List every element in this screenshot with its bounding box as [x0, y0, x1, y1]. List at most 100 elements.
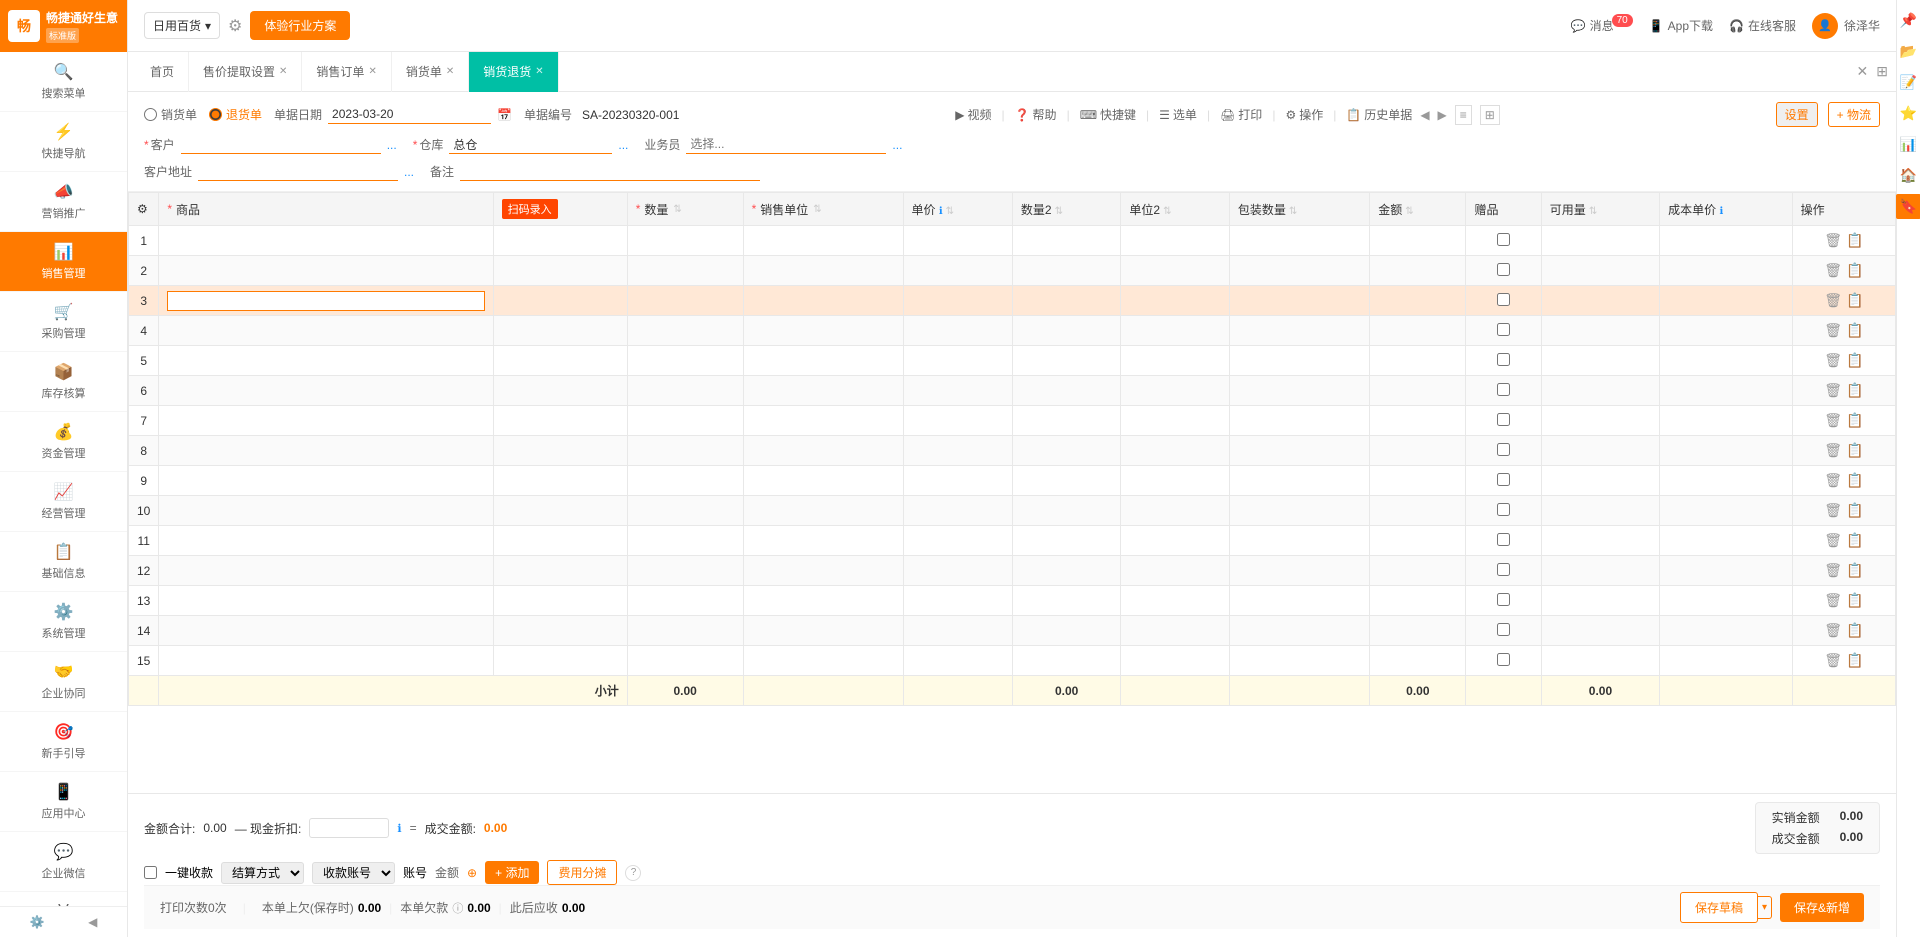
- cell-available[interactable]: [1541, 526, 1659, 556]
- delete-row-icon[interactable]: 🗑: [1824, 262, 1842, 279]
- rt-bookmark-icon[interactable]: 🔖: [1896, 194, 1920, 219]
- gift-checkbox[interactable]: [1497, 323, 1510, 336]
- rt-note-icon[interactable]: 📌: [1896, 8, 1920, 33]
- tab-close-icon[interactable]: ✕: [368, 66, 376, 77]
- gift-checkbox[interactable]: [1497, 593, 1510, 606]
- history-next-icon[interactable]: ▶: [1438, 108, 1447, 122]
- cell-gift[interactable]: [1466, 496, 1541, 526]
- calendar-icon[interactable]: 📅: [497, 108, 512, 122]
- delete-row-icon[interactable]: 🗑: [1824, 472, 1842, 489]
- cell-quantity[interactable]: [627, 616, 743, 646]
- cell-unit-price[interactable]: [903, 346, 1012, 376]
- copy-row-icon[interactable]: 📋: [1846, 412, 1863, 429]
- cell-pack-qty[interactable]: [1229, 616, 1369, 646]
- gift-checkbox[interactable]: [1497, 293, 1510, 306]
- cell-pack-qty[interactable]: [1229, 556, 1369, 586]
- cell-pack-qty[interactable]: [1229, 286, 1369, 316]
- cell-sales-unit[interactable]: [743, 376, 903, 406]
- delete-row-icon[interactable]: 🗑: [1824, 532, 1842, 549]
- cell-quantity[interactable]: [627, 466, 743, 496]
- tab-close-icon[interactable]: ✕: [279, 66, 287, 77]
- cell-unit-price[interactable]: [903, 556, 1012, 586]
- gift-checkbox[interactable]: [1497, 383, 1510, 396]
- product-input[interactable]: [167, 291, 484, 311]
- cell-amount[interactable]: [1370, 616, 1466, 646]
- cell-unit-price[interactable]: [903, 406, 1012, 436]
- tab-sales-order[interactable]: 销售订单 ✕: [302, 52, 391, 92]
- cell-gift[interactable]: [1466, 256, 1541, 286]
- delete-row-icon[interactable]: 🗑: [1824, 322, 1842, 339]
- cell-available[interactable]: [1541, 616, 1659, 646]
- cell-product[interactable]: [159, 556, 493, 586]
- cell-product[interactable]: [159, 646, 493, 676]
- copy-row-icon[interactable]: 📋: [1846, 442, 1863, 459]
- cell-unit2[interactable]: [1121, 466, 1230, 496]
- delete-row-icon[interactable]: 🗑: [1824, 592, 1842, 609]
- cell-product[interactable]: [159, 406, 493, 436]
- cell-available[interactable]: [1541, 286, 1659, 316]
- cell-quantity[interactable]: [627, 286, 743, 316]
- cell-unit2[interactable]: [1121, 256, 1230, 286]
- cell-unit2[interactable]: [1121, 586, 1230, 616]
- user-profile[interactable]: 👤 徐泽华: [1812, 13, 1880, 39]
- history-btn[interactable]: 📋 历史单据: [1346, 106, 1412, 123]
- sidebar-item-system[interactable]: ⚙️ 系统管理: [0, 592, 127, 652]
- copy-row-icon[interactable]: 📋: [1846, 232, 1863, 249]
- cell-gift[interactable]: [1466, 286, 1541, 316]
- shortcut-btn[interactable]: ⌨ 快捷键: [1080, 106, 1136, 123]
- account-select[interactable]: 收款账号: [312, 862, 395, 884]
- cell-quantity2[interactable]: [1012, 346, 1121, 376]
- cell-pack-qty[interactable]: [1229, 466, 1369, 496]
- cell-pack-qty[interactable]: [1229, 496, 1369, 526]
- sidebar-item-wechat[interactable]: 💬 企业微信: [0, 832, 127, 892]
- app-download-btn[interactable]: 📱 App下载: [1649, 17, 1713, 34]
- cell-sales-unit[interactable]: [743, 586, 903, 616]
- remarks-input[interactable]: [460, 162, 760, 181]
- tab-sales-ship[interactable]: 销货单 ✕: [392, 52, 469, 92]
- cell-unit-price[interactable]: [903, 586, 1012, 616]
- sidebar-item-purchase[interactable]: 🛒 采购管理: [0, 292, 127, 352]
- cell-available[interactable]: [1541, 226, 1659, 256]
- cell-quantity2[interactable]: [1012, 406, 1121, 436]
- cell-pack-qty[interactable]: [1229, 646, 1369, 676]
- cell-pack-qty[interactable]: [1229, 316, 1369, 346]
- operation-btn[interactable]: ⚙ 操作: [1285, 106, 1323, 123]
- gift-checkbox[interactable]: [1497, 623, 1510, 636]
- cell-sales-unit[interactable]: [743, 496, 903, 526]
- online-service-btn[interactable]: 🎧 在线客服: [1729, 17, 1796, 34]
- cell-quantity[interactable]: [627, 556, 743, 586]
- tab-home[interactable]: 首页: [136, 52, 189, 92]
- cell-pack-qty[interactable]: [1229, 346, 1369, 376]
- scan-btn[interactable]: 扫码录入: [502, 199, 558, 219]
- cell-unit-price[interactable]: [903, 526, 1012, 556]
- cell-product[interactable]: [159, 466, 493, 496]
- cell-unit2[interactable]: [1121, 646, 1230, 676]
- col-gear[interactable]: ⚙: [129, 193, 159, 226]
- cell-amount[interactable]: [1370, 526, 1466, 556]
- cell-quantity[interactable]: [627, 496, 743, 526]
- tab-close-icon[interactable]: ✕: [535, 66, 543, 77]
- print-btn[interactable]: 🖨 打印: [1220, 106, 1262, 123]
- salesperson-more-btn[interactable]: ...: [892, 138, 902, 152]
- radio-ship[interactable]: 销货单: [144, 106, 197, 123]
- gift-checkbox[interactable]: [1497, 353, 1510, 366]
- view-grid-icon[interactable]: ⊞: [1480, 105, 1500, 125]
- copy-row-icon[interactable]: 📋: [1846, 292, 1863, 309]
- gift-checkbox[interactable]: [1497, 533, 1510, 546]
- gift-checkbox[interactable]: [1497, 653, 1510, 666]
- copy-row-icon[interactable]: 📋: [1846, 382, 1863, 399]
- cell-amount[interactable]: [1370, 226, 1466, 256]
- rt-star-icon[interactable]: ⭐: [1896, 101, 1920, 126]
- discount-input[interactable]: [309, 818, 389, 838]
- cell-quantity[interactable]: [627, 376, 743, 406]
- cell-gift[interactable]: [1466, 466, 1541, 496]
- rt-edit-icon[interactable]: 📝: [1896, 70, 1920, 95]
- sidebar-item-sales[interactable]: 📊 销售管理: [0, 232, 127, 292]
- sidebar-item-finance[interactable]: 💰 资金管理: [0, 412, 127, 472]
- cell-quantity2[interactable]: [1012, 586, 1121, 616]
- rt-home-icon[interactable]: 🏠: [1896, 163, 1920, 188]
- cell-unit-price[interactable]: [903, 226, 1012, 256]
- cell-unit-price[interactable]: [903, 256, 1012, 286]
- gift-checkbox[interactable]: [1497, 233, 1510, 246]
- settings-button[interactable]: 设置: [1776, 102, 1818, 127]
